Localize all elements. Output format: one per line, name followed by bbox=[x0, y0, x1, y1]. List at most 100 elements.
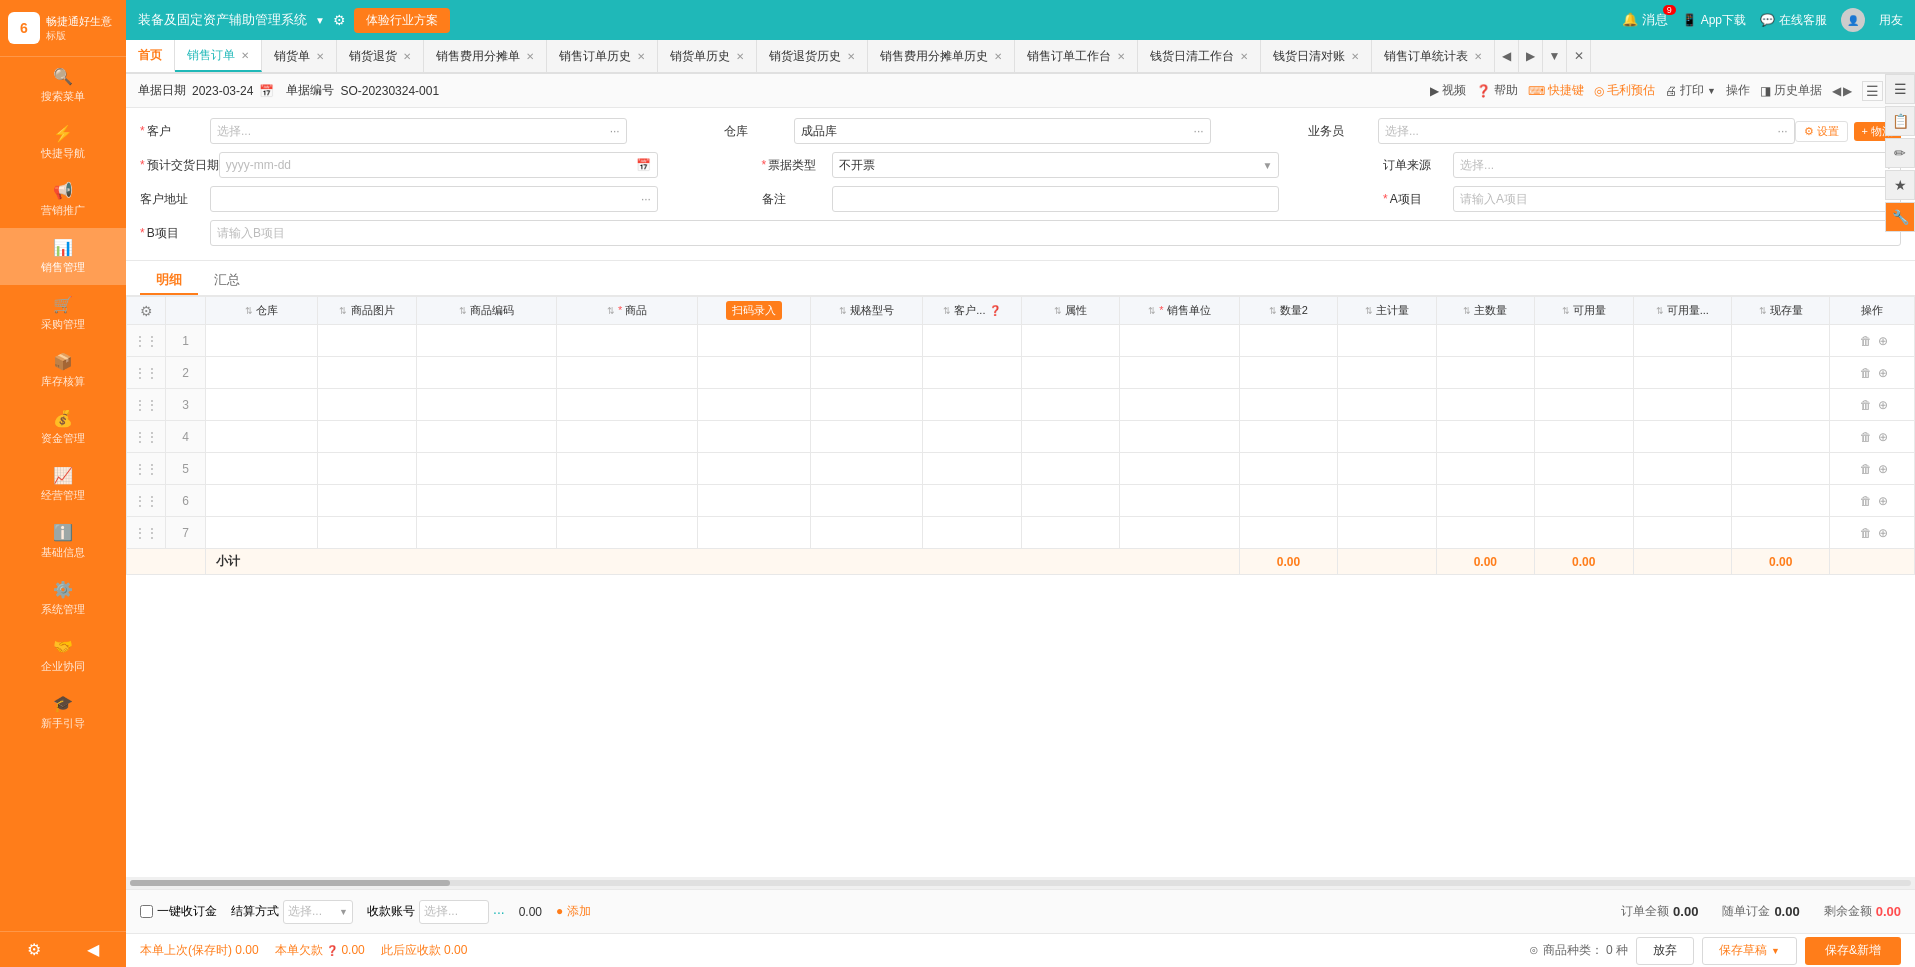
ops-btn[interactable]: 操作 bbox=[1726, 82, 1750, 99]
date-value[interactable]: 2023-03-24 bbox=[192, 84, 253, 98]
delivery-input[interactable]: yyyy-mm-dd 📅 bbox=[219, 152, 658, 178]
row-delete-6[interactable]: 🗑 bbox=[1860, 494, 1872, 508]
tab-close-expense-history[interactable]: ✕ bbox=[994, 51, 1002, 62]
tab-close-order-stats[interactable]: ✕ bbox=[1474, 51, 1482, 62]
row-copy-7[interactable]: ⊕ bbox=[1878, 526, 1888, 540]
sidebar-item-basic[interactable]: ℹ️ 基础信息 bbox=[0, 513, 126, 570]
tab-cash-reconcile[interactable]: 钱货日清对账 ✕ bbox=[1261, 40, 1372, 72]
sidebar-item-marketing[interactable]: 📢 营销推广 bbox=[0, 171, 126, 228]
profit-btn[interactable]: ◎ 毛利预估 bbox=[1594, 82, 1655, 99]
col-sales-unit[interactable]: ⇅ * 销售单位 bbox=[1120, 297, 1240, 325]
sidebar-item-system[interactable]: ⚙️ 系统管理 bbox=[0, 570, 126, 627]
col-qty2[interactable]: ⇅ 数量2 bbox=[1239, 297, 1337, 325]
warehouse-input[interactable]: 成品库 ··· bbox=[794, 118, 1211, 144]
cell-warehouse-1[interactable] bbox=[205, 325, 318, 357]
detail-tab-summary[interactable]: 汇总 bbox=[198, 267, 256, 295]
col-scan[interactable]: 扫码录入 bbox=[698, 297, 811, 325]
next-record-btn[interactable]: ▶ bbox=[1843, 84, 1852, 98]
industry-btn[interactable]: 体验行业方案 bbox=[354, 8, 450, 33]
row-copy-3[interactable]: ⊕ bbox=[1878, 398, 1888, 412]
sidebar-item-purchase[interactable]: 🛒 采购管理 bbox=[0, 285, 126, 342]
remark-input[interactable] bbox=[832, 186, 1280, 212]
sidebar-item-cooperation[interactable]: 🤝 企业协同 bbox=[0, 627, 126, 684]
settings-panel-btn[interactable]: ⚙ 设置 bbox=[1795, 121, 1848, 142]
a-project-input[interactable]: 请输入A项目 bbox=[1453, 186, 1901, 212]
col-attr[interactable]: ⇅ 属性 bbox=[1021, 297, 1119, 325]
col-available[interactable]: ⇅ 可用量 bbox=[1535, 297, 1633, 325]
collapse-sidebar-btn[interactable]: ◀ bbox=[87, 940, 99, 959]
view-btn[interactable]: ▶ 视频 bbox=[1430, 82, 1466, 99]
tab-return[interactable]: 销货退货 ✕ bbox=[337, 40, 424, 72]
tab-order-stats[interactable]: 销售订单统计表 ✕ bbox=[1372, 40, 1495, 72]
row-copy-6[interactable]: ⊕ bbox=[1878, 494, 1888, 508]
add-receipt-btn[interactable]: ● 添加 bbox=[556, 903, 591, 920]
b-project-input[interactable]: 请输入B项目 bbox=[210, 220, 1901, 246]
online-service-btn[interactable]: 💬 在线客服 bbox=[1760, 12, 1827, 29]
row-copy-4[interactable]: ⊕ bbox=[1878, 430, 1888, 444]
tab-cash-workspace[interactable]: 钱货日清工作台 ✕ bbox=[1138, 40, 1261, 72]
help-btn[interactable]: ❓ 帮助 bbox=[1476, 82, 1518, 99]
scrollbar-thumb[interactable] bbox=[130, 880, 450, 886]
rs-btn-tool[interactable]: 🔧 bbox=[1885, 202, 1915, 232]
sidebar-item-guide[interactable]: 🎓 新手引导 bbox=[0, 684, 126, 741]
col-stock[interactable]: ⇅ 现存量 bbox=[1732, 297, 1830, 325]
tab-order-history[interactable]: 销售订单历史 ✕ bbox=[547, 40, 658, 72]
payment-method-select[interactable]: 选择... ▼ bbox=[283, 900, 353, 924]
customer-input[interactable]: 选择... ··· bbox=[210, 118, 627, 144]
tab-expense-history[interactable]: 销售费用分摊单历史 ✕ bbox=[868, 40, 1015, 72]
tab-return-history[interactable]: 销货退货历史 ✕ bbox=[757, 40, 868, 72]
tab-close-return[interactable]: ✕ bbox=[403, 51, 411, 62]
col-product[interactable]: ⇅ * 商品 bbox=[557, 297, 698, 325]
tab-sales-invoice[interactable]: 销货单 ✕ bbox=[262, 40, 337, 72]
tab-close-cash-workspace[interactable]: ✕ bbox=[1240, 51, 1248, 62]
col-code[interactable]: ⇅ 商品编码 bbox=[416, 297, 557, 325]
quick-order-checkbox[interactable] bbox=[140, 905, 153, 918]
row-copy-1[interactable]: ⊕ bbox=[1878, 334, 1888, 348]
tab-close-sales-invoice[interactable]: ✕ bbox=[316, 51, 324, 62]
save-new-btn[interactable]: 保存&新增 bbox=[1805, 937, 1901, 965]
col-spec[interactable]: ⇅ 规格型号 bbox=[810, 297, 923, 325]
col-settings-icon[interactable]: ⚙ bbox=[140, 303, 153, 319]
cell-attr-1[interactable] bbox=[1021, 325, 1119, 357]
address-input[interactable]: ··· bbox=[210, 186, 658, 212]
col-main-unit[interactable]: ⇅ 主计量 bbox=[1338, 297, 1436, 325]
tab-close-all-btn[interactable]: ✕ bbox=[1567, 40, 1591, 72]
sidebar-item-search[interactable]: 🔍 搜索菜单 bbox=[0, 57, 126, 114]
col-customer-code[interactable]: ⇅ 客户... ❓ bbox=[923, 297, 1021, 325]
tab-close-cash-reconcile[interactable]: ✕ bbox=[1351, 51, 1359, 62]
history-btn[interactable]: ◨ 历史单据 bbox=[1760, 82, 1822, 99]
tab-home[interactable]: 首页 bbox=[126, 40, 175, 72]
discard-btn[interactable]: 放弃 bbox=[1636, 937, 1694, 965]
save-draft-btn[interactable]: 保存草稿 ▼ bbox=[1702, 937, 1797, 965]
cell-code-1[interactable] bbox=[416, 325, 557, 357]
tab-close-expense[interactable]: ✕ bbox=[526, 51, 534, 62]
sidebar-item-inventory[interactable]: 📦 库存核算 bbox=[0, 342, 126, 399]
tab-close-sales-order[interactable]: ✕ bbox=[241, 50, 249, 61]
row-delete-2[interactable]: 🗑 bbox=[1860, 366, 1872, 380]
col-available2[interactable]: ⇅ 可用量... bbox=[1633, 297, 1731, 325]
shortcut-btn[interactable]: ⌨ 快捷键 bbox=[1528, 82, 1584, 99]
tab-menu-btn[interactable]: ▼ bbox=[1543, 40, 1567, 72]
prev-record-btn[interactable]: ◀ bbox=[1832, 84, 1841, 98]
order-source-select[interactable]: 选择... ▼ bbox=[1453, 152, 1901, 178]
tab-prev-btn[interactable]: ◀ bbox=[1495, 40, 1519, 72]
cell-mainqty-1[interactable] bbox=[1436, 325, 1534, 357]
cell-qty2-1[interactable] bbox=[1239, 325, 1337, 357]
row-delete-1[interactable]: 🗑 bbox=[1860, 334, 1872, 348]
invoice-select[interactable]: 不开票 ▼ bbox=[832, 152, 1280, 178]
sidebar-item-finance[interactable]: 💰 资金管理 bbox=[0, 399, 126, 456]
row-delete-3[interactable]: 🗑 bbox=[1860, 398, 1872, 412]
staff-dots-btn[interactable]: ··· bbox=[1778, 124, 1788, 138]
row-delete-4[interactable]: 🗑 bbox=[1860, 430, 1872, 444]
col-settings[interactable]: ⚙ bbox=[127, 297, 166, 325]
row-delete-7[interactable]: 🗑 bbox=[1860, 526, 1872, 540]
cell-custcode-1[interactable] bbox=[923, 325, 1021, 357]
topbar-gear-btn[interactable]: ⚙ bbox=[333, 12, 346, 28]
tab-close-order-workspace[interactable]: ✕ bbox=[1117, 51, 1125, 62]
tab-next-btn[interactable]: ▶ bbox=[1519, 40, 1543, 72]
tab-close-invoice-history[interactable]: ✕ bbox=[736, 51, 744, 62]
col-main-qty[interactable]: ⇅ 主数量 bbox=[1436, 297, 1534, 325]
tab-invoice-history[interactable]: 销货单历史 ✕ bbox=[658, 40, 757, 72]
detail-tab-detail[interactable]: 明细 bbox=[140, 267, 198, 295]
rs-btn-star[interactable]: ★ bbox=[1885, 170, 1915, 200]
